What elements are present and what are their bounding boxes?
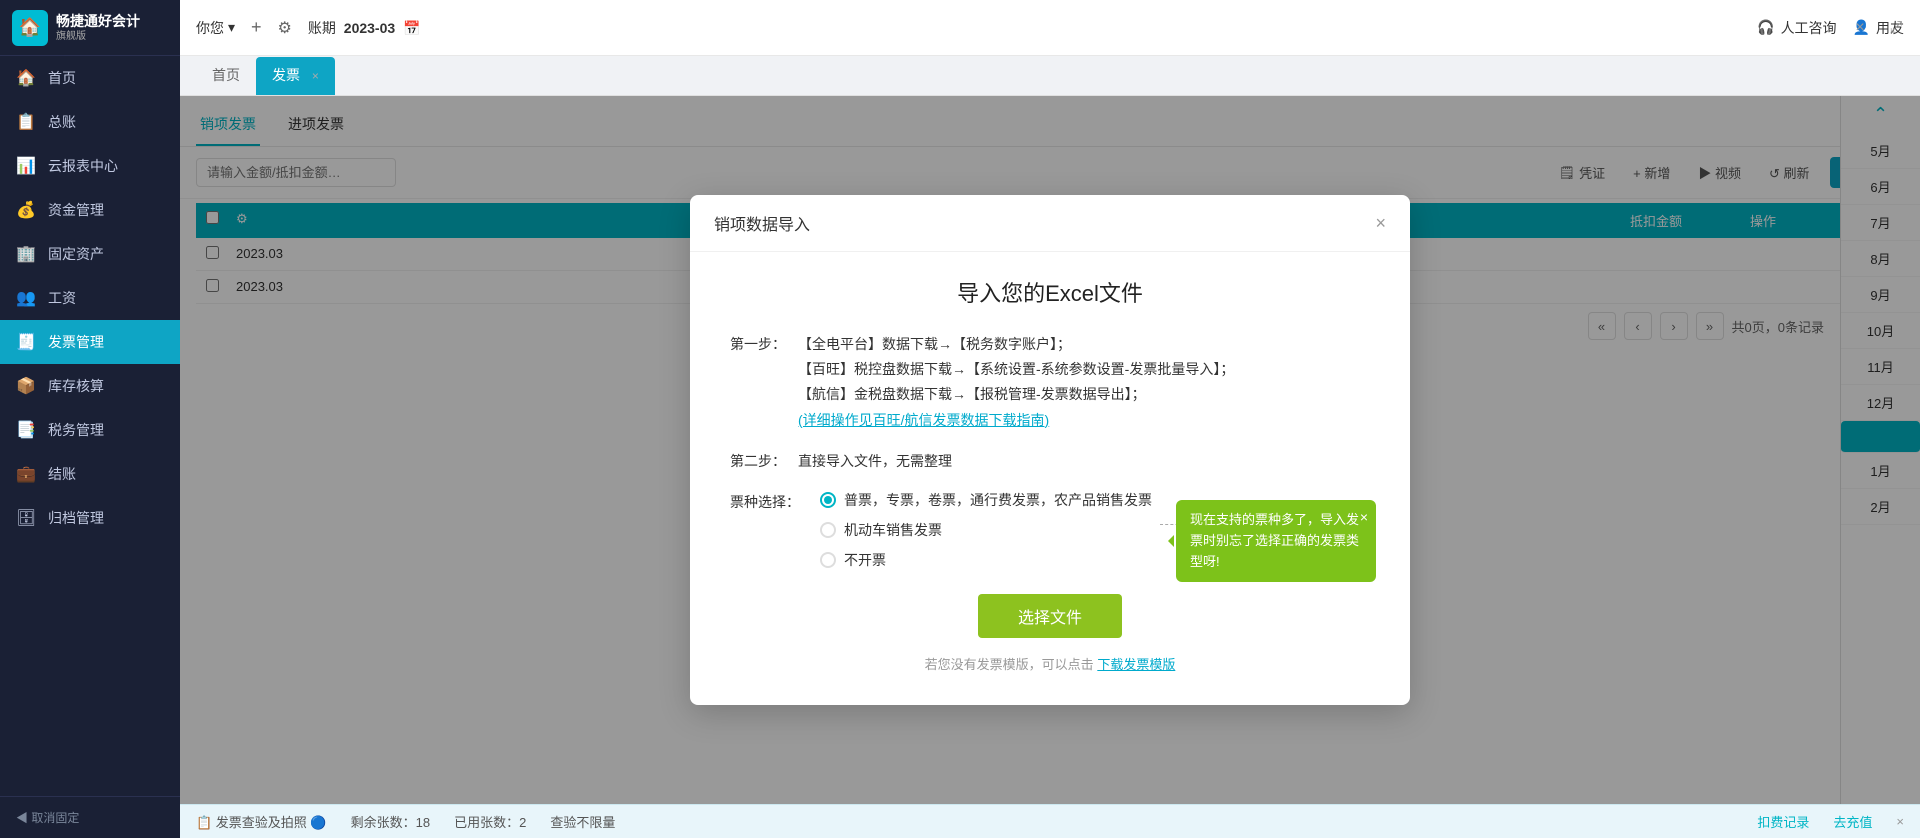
modal-header: 销项数据导入 ×: [690, 195, 1410, 252]
radio-group: 普票，专票，卷票，通行费发票，农产品销售发票 机动车销售发票 不开票: [820, 490, 1152, 570]
tooltip-connector: 现在支持的票种多了，导入发票时别忘了选择正确的发票类型呀! ×: [1160, 490, 1230, 530]
tab-home[interactable]: 首页: [196, 57, 256, 95]
step1-row: 第一步： 【全电平台】数据下载→【税务数字账户】； 【百旺】税控盘数据下载→【系…: [730, 332, 1370, 433]
ticket-row: 票种选择： 普票，专票，卷票，通行费发票，农产品销售发票: [730, 490, 1370, 570]
chevron-down-icon: ▾: [228, 19, 235, 36]
sidebar-item-ledger[interactable]: 📋 总账: [0, 100, 180, 144]
step2-label: 第二步：: [730, 451, 790, 471]
radio-item-1[interactable]: 普票，专票，卷票，通行费发票，农产品销售发票: [820, 490, 1152, 510]
sidebar-item-tax[interactable]: 📑 税务管理: [0, 408, 180, 452]
step2-content: 直接导入文件，无需整理: [798, 449, 952, 474]
check-limit: 查验不限量: [550, 812, 615, 831]
consulting-button[interactable]: 🎧 人工咨询: [1757, 18, 1836, 38]
modal-overlay: 销项数据导入 × 导入您的Excel文件 第一步： 【全电平台】数据下载→【税务…: [180, 96, 1920, 804]
radio-item-2[interactable]: 机动车销售发票: [820, 520, 1152, 540]
inventory-icon: 📦: [16, 376, 38, 396]
settle-icon: 💼: [16, 464, 38, 484]
bottom-bar-close[interactable]: ×: [1896, 814, 1904, 829]
period-label: 账期 2023-03 📅: [308, 18, 421, 38]
import-modal: 销项数据导入 × 导入您的Excel文件 第一步： 【全电平台】数据下载→【税务…: [690, 195, 1410, 705]
archive-icon: 🗄: [16, 508, 38, 528]
tax-icon: 📑: [16, 420, 38, 440]
sidebar-item-home[interactable]: 🏠 首页: [0, 56, 180, 100]
company-selector[interactable]: 你您 ▾: [196, 18, 235, 38]
invoice-icon: 🧾: [16, 332, 38, 352]
download-hint: 若您没有发票模版，可以点击 下载发票模版: [730, 654, 1370, 673]
headset-icon: 🎧: [1757, 19, 1774, 36]
logo-text: 畅捷通好会计 旗舰版: [56, 12, 140, 43]
step1-content: 【全电平台】数据下载→【税务数字账户】； 【百旺】税控盘数据下载→【系统设置-系…: [798, 332, 1234, 433]
fixed-assets-icon: 🏢: [16, 244, 38, 264]
modal-title: 销项数据导入: [714, 211, 810, 235]
radio-circle-3: [820, 552, 836, 568]
ticket-section: 票种选择： 普票，专票，卷票，通行费发票，农产品销售发票: [730, 490, 1370, 570]
charge-record-link[interactable]: 扣费记录: [1757, 812, 1809, 831]
ticket-label: 票种选择：: [730, 492, 800, 512]
tooltip-bubble: 现在支持的票种多了，导入发票时别忘了选择正确的发票类型呀! ×: [1176, 500, 1376, 582]
tooltip-close-button[interactable]: ×: [1360, 506, 1368, 528]
payroll-icon: 👥: [16, 288, 38, 308]
radio-circle-1: [820, 492, 836, 508]
settings-icon[interactable]: ⚙: [278, 18, 292, 38]
window-controls: × ⤢: [1844, 0, 1920, 56]
modal-main-title: 导入您的Excel文件: [730, 276, 1370, 308]
recharge-link[interactable]: 去充值: [1833, 812, 1872, 831]
modal-body: 导入您的Excel文件 第一步： 【全电平台】数据下载→【税务数字账户】； 【百…: [690, 252, 1410, 705]
calendar-icon[interactable]: 📅: [403, 20, 420, 36]
cloud-report-icon: 📊: [16, 156, 38, 176]
window-maximize-button[interactable]: ⤢: [1880, 12, 1912, 44]
sidebar-item-invoice[interactable]: 🧾 发票管理: [0, 320, 180, 364]
step2-row: 第二步： 直接导入文件，无需整理: [730, 449, 1370, 474]
sidebar-item-fixed-assets[interactable]: 🏢 固定资产: [0, 232, 180, 276]
add-tab-button[interactable]: +: [251, 17, 262, 38]
tab-invoice[interactable]: 发票 ×: [256, 57, 335, 95]
bottom-bar: 📋 发票查验及拍照 🔵 剩余张数：18 已用张数：2 查验不限量 扣费记录 去充…: [180, 804, 1920, 838]
sidebar-item-payroll[interactable]: 👥 工资: [0, 276, 180, 320]
sidebar-collapse-btn[interactable]: ◀ 取消固定: [0, 796, 180, 838]
sidebar-item-archive[interactable]: 🗄 归档管理: [0, 496, 180, 540]
sidebar-item-inventory[interactable]: 📦 库存核算: [0, 364, 180, 408]
main-area: 你您 ▾ + ⚙ 账期 2023-03 📅 🎧 人工咨询 👤 用友 × ⤢ 首页…: [180, 0, 1920, 838]
home-icon: 🏠: [16, 68, 38, 88]
page-content: 销项发票 进项发票 🗒 凭证 + 新增 ▶ 视频 ↺ 刷新: [180, 96, 1920, 804]
sidebar-nav: 🏠 首页 📋 总账 📊 云报表中心 💰 资金管理 🏢 固定资产 👥 工资 🧾 发…: [0, 56, 180, 796]
select-file-button[interactable]: 选择文件: [978, 594, 1122, 638]
radio-circle-2: [820, 522, 836, 538]
sidebar-item-settle[interactable]: 💼 结账: [0, 452, 180, 496]
remaining-count: 剩余张数：18: [351, 812, 430, 831]
content-tabs: 首页 发票 ×: [180, 56, 1920, 96]
modal-close-button[interactable]: ×: [1375, 213, 1386, 234]
sidebar-logo: 🏠 畅捷通好会计 旗舰版: [0, 0, 180, 56]
download-template-link[interactable]: 下载发票模版: [1097, 657, 1175, 672]
topbar: 你您 ▾ + ⚙ 账期 2023-03 📅 🎧 人工咨询 👤 用友 × ⤢: [180, 0, 1920, 56]
ledger-icon: 📋: [16, 112, 38, 132]
window-close-button[interactable]: ×: [1844, 12, 1876, 44]
radio-item-3[interactable]: 不开票: [820, 550, 1152, 570]
sidebar-item-fund[interactable]: 💰 资金管理: [0, 188, 180, 232]
tab-invoice-close[interactable]: ×: [312, 69, 319, 83]
step1-label: 第一步：: [730, 334, 790, 354]
baiwang-guide-link[interactable]: (详细操作见百旺/航信发票数据下载指南): [798, 408, 1234, 433]
sidebar-item-cloud-report[interactable]: 📊 云报表中心: [0, 144, 180, 188]
fund-icon: 💰: [16, 200, 38, 220]
invoice-check-label: 📋 发票查验及拍照 🔵: [196, 812, 327, 831]
logo-icon: 🏠: [12, 10, 48, 46]
used-count: 已用张数：2: [454, 812, 526, 831]
sidebar: 🏠 畅捷通好会计 旗舰版 🏠 首页 📋 总账 📊 云报表中心 💰 资金管理 🏢 …: [0, 0, 180, 838]
